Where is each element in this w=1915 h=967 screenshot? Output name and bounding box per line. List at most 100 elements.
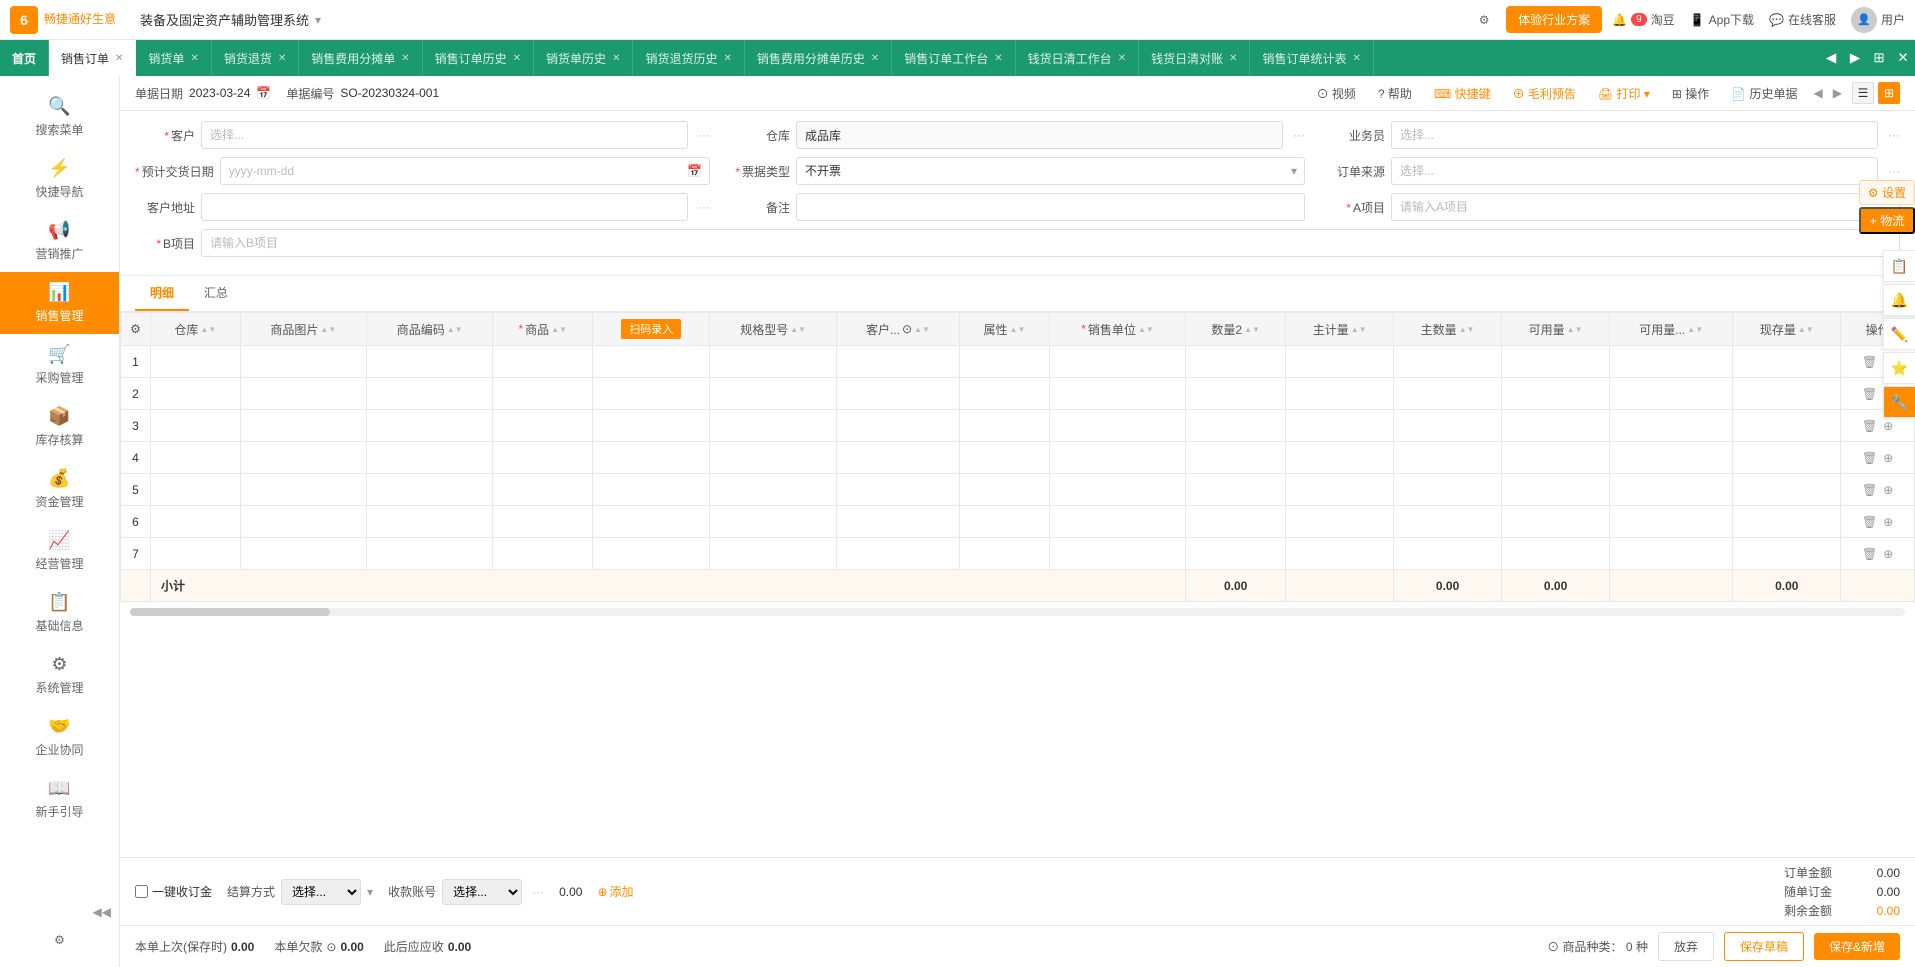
- tab-order-stats[interactable]: 销售订单统计表 ✕: [1250, 40, 1373, 76]
- row-4-copy-icon[interactable]: ⊕: [1883, 451, 1893, 465]
- one-click-checkbox-label[interactable]: 一键收订金: [135, 883, 212, 900]
- row-5-qty2[interactable]: [1186, 474, 1286, 506]
- tab-return-history[interactable]: 销货退货历史 ✕: [633, 40, 744, 76]
- row-4-available2[interactable]: [1610, 442, 1733, 474]
- row-4-attr[interactable]: [960, 442, 1050, 474]
- invoice-select[interactable]: 不开票: [796, 157, 1305, 185]
- sidebar-item-operation[interactable]: 📈 经营管理: [0, 520, 119, 582]
- sidebar-item-marketing[interactable]: 📢 营销推广: [0, 210, 119, 272]
- row-5-available2[interactable]: [1610, 474, 1733, 506]
- row-7-unit[interactable]: [1049, 538, 1185, 570]
- row-1-attr[interactable]: [960, 346, 1050, 378]
- b-project-input[interactable]: [201, 229, 1900, 257]
- tab-close-daily-reconcile[interactable]: ✕: [1229, 53, 1237, 64]
- row-1-delete-icon[interactable]: 🗑: [1862, 355, 1877, 369]
- sidebar-item-basic-info[interactable]: 📋 基础信息: [0, 582, 119, 644]
- layout-list-icon[interactable]: ☰: [1852, 82, 1874, 104]
- history-button[interactable]: 📄 历史单据: [1725, 83, 1803, 104]
- row-7-main-unit[interactable]: [1286, 538, 1394, 570]
- row-2-code[interactable]: [366, 378, 492, 410]
- row-6-scan[interactable]: [593, 506, 710, 538]
- row-1-qty2[interactable]: [1186, 346, 1286, 378]
- row-6-qty2[interactable]: [1186, 506, 1286, 538]
- row-1-scan[interactable]: [593, 346, 710, 378]
- sidebar-item-sales[interactable]: 📊 销售管理: [0, 272, 119, 334]
- warehouse-dots[interactable]: ···: [1293, 128, 1305, 142]
- row-6-main-unit[interactable]: [1286, 506, 1394, 538]
- industry-button[interactable]: 体验行业方案: [1506, 6, 1602, 33]
- order-source-input[interactable]: [1391, 157, 1878, 185]
- row-2-unit[interactable]: [1049, 378, 1185, 410]
- sidebar-item-guide[interactable]: 📖 新手引导: [0, 768, 119, 830]
- tab-close-goods-history[interactable]: ✕: [612, 53, 620, 64]
- row-1-unit[interactable]: [1049, 346, 1185, 378]
- row-6-available2[interactable]: [1610, 506, 1733, 538]
- delivery-date-input[interactable]: [220, 157, 710, 185]
- sort-available[interactable]: ▲▼: [1567, 325, 1583, 334]
- row-6-spec[interactable]: [710, 506, 836, 538]
- row-6-code[interactable]: [366, 506, 492, 538]
- video-button[interactable]: ⊙ 视频: [1311, 83, 1362, 104]
- row-7-spec[interactable]: [710, 538, 836, 570]
- row-3-spec[interactable]: [710, 410, 836, 442]
- tab-sales-goods[interactable]: 销货单 ✕: [136, 40, 211, 76]
- sidebar-item-search[interactable]: 🔍 搜索菜单: [0, 86, 119, 148]
- row-2-available2[interactable]: [1610, 378, 1733, 410]
- row-2-warehouse[interactable]: [151, 378, 241, 410]
- row-1-available2[interactable]: [1610, 346, 1733, 378]
- tab-detail[interactable]: 明细: [135, 276, 189, 311]
- row-5-main-qty[interactable]: [1394, 474, 1502, 506]
- right-panel-clipboard-button[interactable]: 📋: [1883, 250, 1915, 282]
- row-7-delete-icon[interactable]: 🗑: [1862, 547, 1877, 561]
- row-3-image[interactable]: [240, 410, 366, 442]
- delivery-cal-icon[interactable]: 📅: [687, 164, 702, 178]
- operation-button[interactable]: ⊞ 操作: [1666, 83, 1715, 104]
- row-7-stock[interactable]: [1733, 538, 1841, 570]
- row-6-main-qty[interactable]: [1394, 506, 1502, 538]
- app-download-button[interactable]: 📱 App下载: [1690, 11, 1754, 28]
- tab-close-order-workbench[interactable]: ✕: [994, 53, 1002, 64]
- one-click-checkbox[interactable]: [135, 885, 148, 898]
- sort-unit[interactable]: ▲▼: [1138, 325, 1154, 334]
- customer-dots[interactable]: ···: [698, 128, 710, 142]
- row-2-stock[interactable]: [1733, 378, 1841, 410]
- row-6-available[interactable]: [1502, 506, 1610, 538]
- tab-summary[interactable]: 汇总: [189, 276, 243, 311]
- row-1-warehouse[interactable]: [151, 346, 241, 378]
- row-5-attr[interactable]: [960, 474, 1050, 506]
- nav-close-button[interactable]: ✕: [1891, 40, 1915, 76]
- sort-stock[interactable]: ▲▼: [1798, 325, 1814, 334]
- row-6-stock[interactable]: [1733, 506, 1841, 538]
- sidebar-item-settings[interactable]: ⚙: [0, 923, 119, 957]
- settings-icon[interactable]: ⚙: [1472, 8, 1496, 32]
- row-3-unit[interactable]: [1049, 410, 1185, 442]
- row-4-customer[interactable]: [836, 442, 959, 474]
- row-5-image[interactable]: [240, 474, 366, 506]
- nav-prev-button[interactable]: ◀: [1819, 40, 1843, 76]
- row-5-spec[interactable]: [710, 474, 836, 506]
- row-5-stock[interactable]: [1733, 474, 1841, 506]
- row-4-spec[interactable]: [710, 442, 836, 474]
- order-source-dots[interactable]: ···: [1888, 164, 1900, 178]
- account-dots[interactable]: ···: [532, 885, 544, 899]
- tab-close-return-history[interactable]: ✕: [723, 53, 731, 64]
- row-4-available[interactable]: [1502, 442, 1610, 474]
- row-4-image[interactable]: [240, 442, 366, 474]
- row-2-scan[interactable]: [593, 378, 710, 410]
- settlement-select[interactable]: 选择...: [281, 879, 361, 905]
- tab-expense-history[interactable]: 销售费用分摊单历史 ✕: [745, 40, 892, 76]
- row-7-warehouse[interactable]: [151, 538, 241, 570]
- tab-close-sales-order[interactable]: ✕: [115, 53, 123, 64]
- notice-button[interactable]: 🔔 9 淘豆: [1612, 11, 1675, 28]
- nav-next-icon[interactable]: ▶: [1833, 86, 1842, 100]
- row-6-attr[interactable]: [960, 506, 1050, 538]
- goods-count-icon[interactable]: ⊙: [1547, 940, 1559, 954]
- discard-button[interactable]: 放弃: [1658, 932, 1714, 961]
- row-2-goods[interactable]: [493, 378, 593, 410]
- row-2-image[interactable]: [240, 378, 366, 410]
- row-3-customer[interactable]: [836, 410, 959, 442]
- row-1-image[interactable]: [240, 346, 366, 378]
- right-panel-bell-button[interactable]: 🔔: [1883, 284, 1915, 316]
- sort-spec[interactable]: ▲▼: [790, 325, 806, 334]
- row-5-delete-icon[interactable]: 🗑: [1862, 483, 1877, 497]
